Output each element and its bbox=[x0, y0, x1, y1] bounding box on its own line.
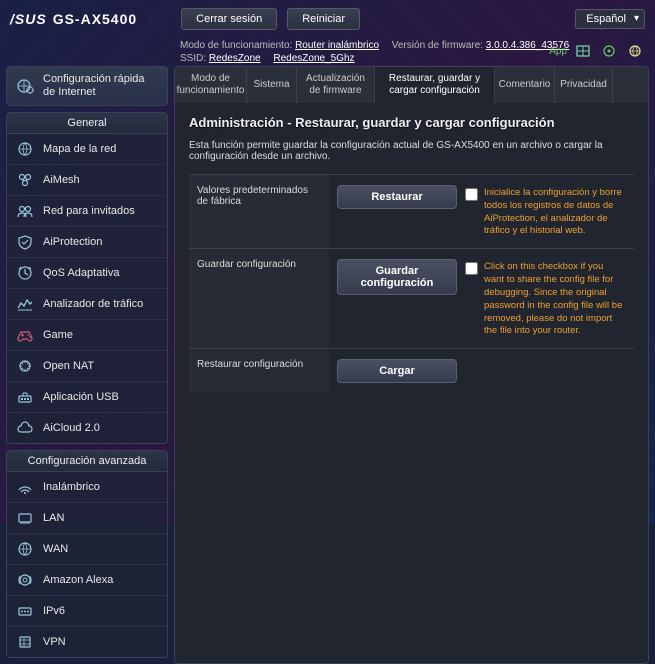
language-select[interactable]: Español bbox=[575, 9, 645, 29]
sidebar-icon bbox=[15, 264, 35, 282]
page-title: Administración - Restaurar, guardar y ca… bbox=[189, 115, 634, 130]
ssid-2[interactable]: RedesZone_5Ghz bbox=[273, 53, 354, 64]
brand-logo: /SUS GS-AX5400 bbox=[10, 11, 137, 27]
tab-0[interactable]: Modo de funcionamiento bbox=[175, 67, 247, 103]
fw-label: Versión de firmware: bbox=[392, 40, 483, 51]
sidebar-general-1[interactable]: AiMesh bbox=[7, 165, 167, 196]
sidebar-item-label: Mapa de la red bbox=[43, 143, 116, 155]
sidebar-advanced-2[interactable]: WAN bbox=[7, 534, 167, 565]
sidebar-item-label: Red para invitados bbox=[43, 205, 135, 217]
sidebar-item-label: Aplicación USB bbox=[43, 391, 119, 403]
sidebar-advanced-4[interactable]: IPv6 bbox=[7, 596, 167, 627]
sidebar-advanced-1[interactable]: LAN bbox=[7, 503, 167, 534]
qs-label: Configuración rápida de Internet bbox=[43, 73, 159, 99]
sidebar-item-label: Amazon Alexa bbox=[43, 574, 113, 586]
checkbox-1[interactable] bbox=[465, 262, 478, 275]
brand-model: GS-AX5400 bbox=[53, 11, 137, 27]
sidebar-icon bbox=[15, 633, 35, 651]
sidebar-icon bbox=[15, 202, 35, 220]
sidebar-item-label: AiCloud 2.0 bbox=[43, 422, 100, 434]
sidebar-icon bbox=[15, 357, 35, 375]
sidebar-general-6[interactable]: Game bbox=[7, 320, 167, 351]
tab-1[interactable]: Sistema bbox=[247, 67, 297, 103]
globe-status-icon[interactable] bbox=[625, 42, 645, 60]
map-icon[interactable] bbox=[573, 42, 593, 60]
sidebar-item-label: Inalámbrico bbox=[43, 481, 100, 493]
tab-4[interactable]: Comentario bbox=[495, 67, 555, 103]
usb-status-icon[interactable] bbox=[599, 42, 619, 60]
sidebar-general-3[interactable]: AiProtection bbox=[7, 227, 167, 258]
sidebar-item-label: Open NAT bbox=[43, 360, 94, 372]
row-label: Guardar configuración bbox=[189, 249, 329, 349]
action-button-2[interactable]: Cargar bbox=[337, 359, 457, 383]
sidebar-item-label: Analizador de tráfico bbox=[43, 298, 143, 310]
checkbox-0[interactable] bbox=[465, 188, 478, 201]
sidebar-item-label: WAN bbox=[43, 543, 68, 555]
sidebar-general-4[interactable]: QoS Adaptativa bbox=[7, 258, 167, 289]
app-link[interactable]: App bbox=[549, 46, 567, 57]
sidebar-icon bbox=[15, 326, 35, 344]
ssid-label: SSID: bbox=[180, 53, 206, 64]
sidebar-icon bbox=[15, 233, 35, 251]
sidebar-general-9[interactable]: AiCloud 2.0 bbox=[7, 413, 167, 443]
sidebar-item-label: QoS Adaptativa bbox=[43, 267, 119, 279]
advanced-heading: Configuración avanzada bbox=[7, 451, 167, 472]
sidebar-icon bbox=[15, 602, 35, 620]
sidebar-advanced-5[interactable]: VPN bbox=[7, 627, 167, 657]
tab-2[interactable]: Actualización de firmware bbox=[297, 67, 375, 103]
reboot-button[interactable]: Reiniciar bbox=[287, 8, 360, 30]
sidebar-icon bbox=[15, 571, 35, 589]
sidebar-advanced-3[interactable]: Amazon Alexa bbox=[7, 565, 167, 596]
sidebar-general-2[interactable]: Red para invitados bbox=[7, 196, 167, 227]
row-action-cell: Restaurar Inicialice la configuración y b… bbox=[329, 175, 634, 249]
sidebar-icon bbox=[15, 509, 35, 527]
sidebar-icon bbox=[15, 540, 35, 558]
sidebar-icon bbox=[15, 171, 35, 189]
sidebar-item-label: LAN bbox=[43, 512, 64, 524]
tab-3[interactable]: Restaurar, guardar y cargar configuració… bbox=[375, 67, 495, 103]
sidebar-general-0[interactable]: Mapa de la red bbox=[7, 134, 167, 165]
row-label: Restaurar configuración bbox=[189, 349, 329, 394]
row-label: Valores predeterminados de fábrica bbox=[189, 175, 329, 249]
note-text: Inicialice la configuración y borre todo… bbox=[484, 187, 626, 238]
ssid-1[interactable]: RedesZone bbox=[209, 53, 261, 64]
brand-asus: /SUS bbox=[10, 11, 47, 27]
row-action-cell: Guardar configuración Click on this check… bbox=[329, 249, 634, 349]
sidebar-icon bbox=[15, 388, 35, 406]
page-desc: Esta función permite guardar la configur… bbox=[189, 140, 634, 162]
sidebar-icon bbox=[15, 478, 35, 496]
gear-globe-icon bbox=[15, 77, 35, 95]
sidebar-icon bbox=[15, 140, 35, 158]
action-button-1[interactable]: Guardar configuración bbox=[337, 259, 457, 295]
sidebar-icon bbox=[15, 295, 35, 313]
sidebar-item-label: VPN bbox=[43, 636, 66, 648]
sidebar-item-label: IPv6 bbox=[43, 605, 65, 617]
row-action-cell: Cargar bbox=[329, 349, 634, 394]
mode-value[interactable]: Router inalámbrico bbox=[295, 40, 379, 51]
logout-button[interactable]: Cerrar sesión bbox=[181, 8, 277, 30]
sidebar-item-label: AiMesh bbox=[43, 174, 80, 186]
sidebar-item-label: Game bbox=[43, 329, 73, 341]
action-button-0[interactable]: Restaurar bbox=[337, 185, 457, 209]
tab-5[interactable]: Privacidad bbox=[555, 67, 613, 103]
sidebar-icon bbox=[15, 419, 35, 437]
sidebar-advanced-0[interactable]: Inalámbrico bbox=[7, 472, 167, 503]
sidebar-general-5[interactable]: Analizador de tráfico bbox=[7, 289, 167, 320]
sidebar-general-7[interactable]: Open NAT bbox=[7, 351, 167, 382]
quick-setup-button[interactable]: Configuración rápida de Internet bbox=[6, 66, 168, 106]
note-text: Click on this checkbox if you want to sh… bbox=[484, 261, 626, 338]
sidebar-general-8[interactable]: Aplicación USB bbox=[7, 382, 167, 413]
mode-label: Modo de funcionamiento: bbox=[180, 40, 292, 51]
general-heading: General bbox=[7, 113, 167, 134]
sidebar-item-label: AiProtection bbox=[43, 236, 102, 248]
